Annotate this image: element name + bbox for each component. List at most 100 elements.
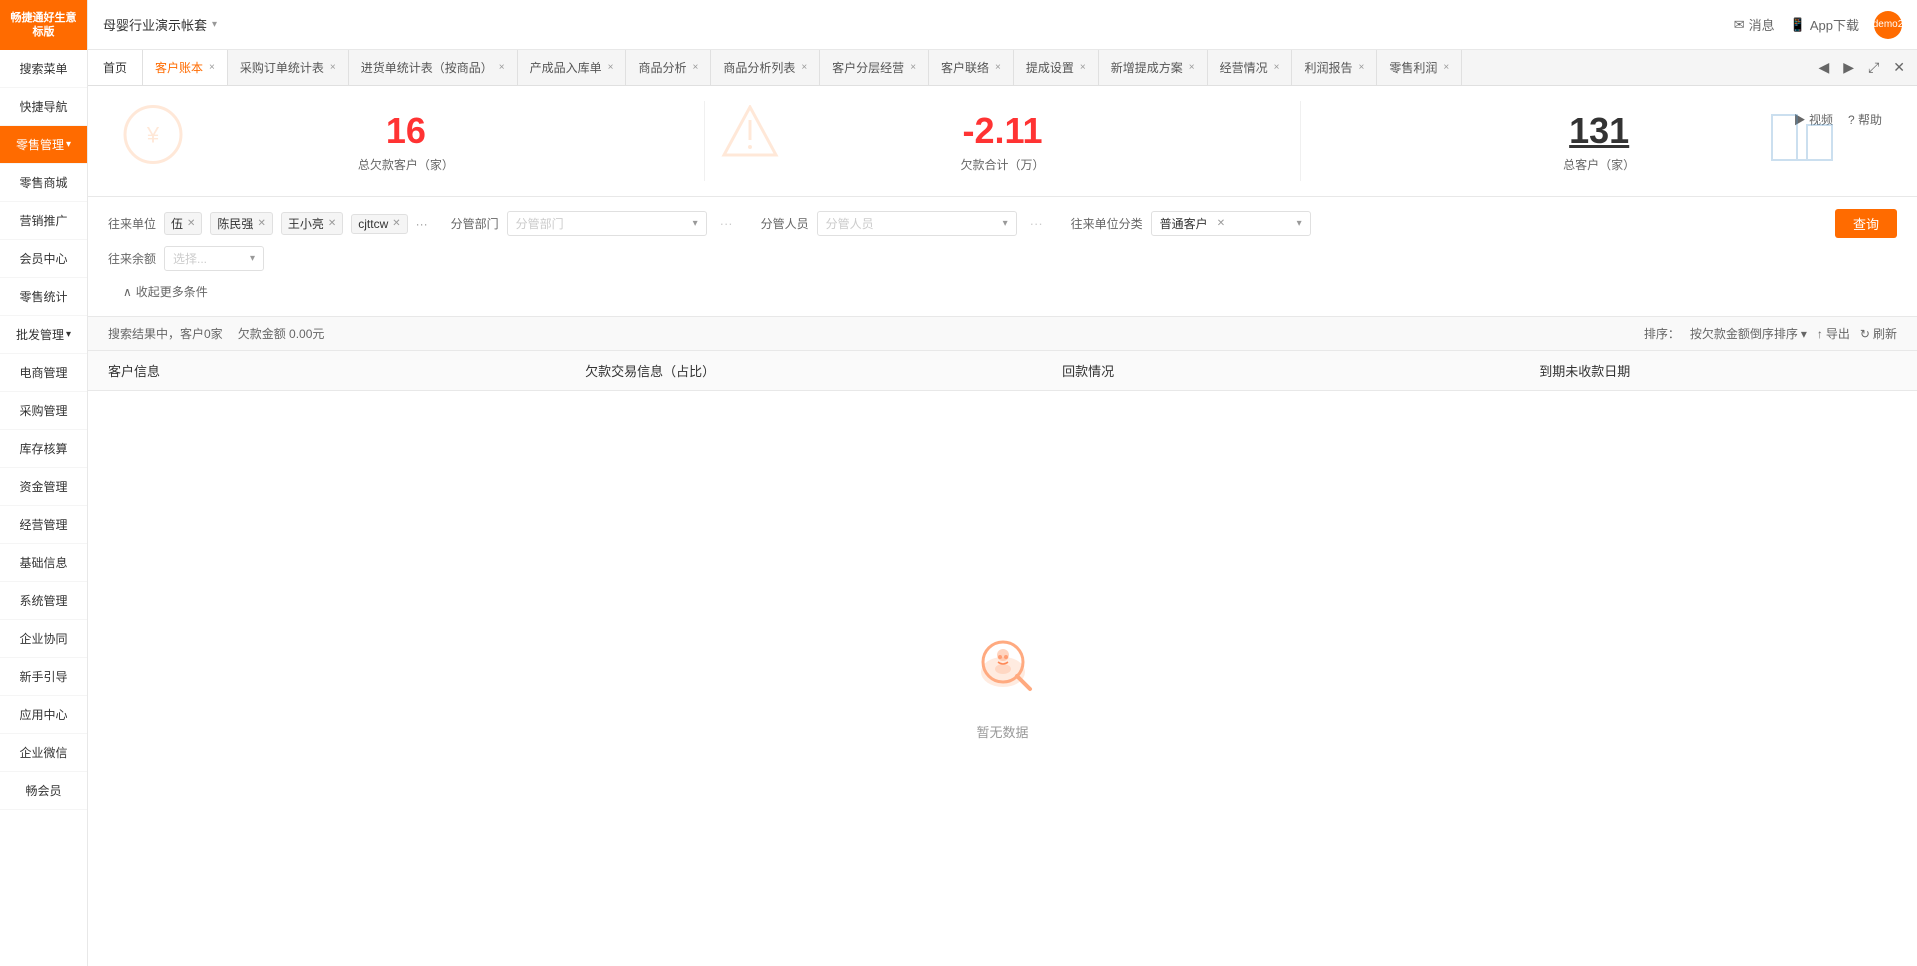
- sidebar-item-9[interactable]: 采购管理: [0, 392, 87, 430]
- stat-icon-3: [1767, 105, 1837, 177]
- export-button[interactable]: ↑ 导出: [1817, 325, 1850, 342]
- remove-tag-unit-0-icon[interactable]: ✕: [187, 218, 195, 229]
- sidebar-item-1[interactable]: 快捷导航: [0, 88, 87, 126]
- unit-label: 往来单位: [108, 215, 156, 232]
- sidebar-item-10[interactable]: 库存核算: [0, 430, 87, 468]
- tab-item-3[interactable]: 进货单统计表（按商品）×: [349, 50, 518, 86]
- sidebar-item-12[interactable]: 经营管理: [0, 506, 87, 544]
- stat-total-customers: ▶ 视频 ? 帮助 131 总客户（家）: [1301, 101, 1897, 181]
- tab-prev-button[interactable]: ◀: [1815, 57, 1834, 78]
- tab-next-button[interactable]: ▶: [1839, 57, 1858, 78]
- sidebar-item-15[interactable]: 企业协同: [0, 620, 87, 658]
- remove-tag-unit-3-icon[interactable]: ✕: [392, 218, 400, 229]
- sidebar-item-2[interactable]: 零售管理: [0, 126, 87, 164]
- tab-item-11[interactable]: 经营情况 ×: [1208, 50, 1293, 86]
- tab-label-0: 首页: [103, 59, 127, 76]
- filter-tag-unit-2[interactable]: 王小亮 ✕: [281, 212, 343, 235]
- tab-close-all-button[interactable]: ✕: [1889, 57, 1909, 78]
- svg-text:¥: ¥: [146, 123, 160, 148]
- dept-select[interactable]: 分管部门 ▾: [507, 211, 707, 236]
- balance-select[interactable]: 选择... ▾: [164, 246, 264, 271]
- tab-item-9[interactable]: 提成设置×: [1014, 50, 1099, 86]
- top-header: 母婴行业演示帐套 ▾ ✉ 消息 📱 App下载 demo2: [88, 0, 1917, 50]
- tab-close-12[interactable]: ×: [1358, 62, 1364, 73]
- stat-label-3: 总客户（家）: [1563, 156, 1635, 173]
- tab-item-1[interactable]: 客户账本×: [143, 50, 228, 86]
- sidebar-item-19[interactable]: 畅会员: [0, 772, 87, 810]
- refresh-button[interactable]: ↻ 刷新: [1860, 325, 1897, 342]
- sidebar-item-4[interactable]: 营销推广: [0, 202, 87, 240]
- unit-type-select[interactable]: 普通客户 ✕ ▾: [1151, 211, 1311, 236]
- tab-label-5: 商品分析: [638, 59, 686, 76]
- tab-item-4[interactable]: 产成品入库单 ×: [518, 50, 627, 86]
- refresh-icon: ↻: [1860, 327, 1870, 341]
- tab-item-10[interactable]: 新增提成方案 ×: [1099, 50, 1208, 86]
- stat-total-debt-customers: ¥ 16 总欠款客户（家）: [108, 101, 705, 181]
- tab-label-10: 新增提成方案: [1111, 59, 1183, 76]
- user-profile[interactable]: demo2: [1874, 11, 1902, 39]
- sidebar-item-0[interactable]: 搜索菜单: [0, 50, 87, 88]
- table-header: 客户信息 欠款交易信息（占比） 回款情况 到期未收款日期: [88, 351, 1917, 391]
- sidebar-item-18[interactable]: 企业微信: [0, 734, 87, 772]
- sidebar-item-7[interactable]: 批发管理: [0, 316, 87, 354]
- tab-close-7[interactable]: ×: [910, 62, 916, 73]
- tab-item-5[interactable]: 商品分析 ×: [626, 50, 711, 86]
- person-label: 分管人员: [761, 215, 809, 232]
- tab-close-5[interactable]: ×: [692, 62, 698, 73]
- remove-tag-unit-1-icon[interactable]: ✕: [257, 218, 265, 229]
- remove-unit-type-icon[interactable]: ✕: [1217, 218, 1225, 229]
- person-select[interactable]: 分管人员 ▾: [817, 211, 1017, 236]
- tab-close-9[interactable]: ×: [1080, 62, 1086, 73]
- table-col-debt: 欠款交易信息（占比）: [585, 361, 1062, 380]
- unit-type-label: 往来单位分类: [1071, 215, 1143, 232]
- filter-tag-unit-0[interactable]: 伍 ✕: [164, 212, 202, 235]
- stat-icon-1: ¥: [123, 105, 183, 178]
- tab-close-13[interactable]: ×: [1443, 62, 1449, 73]
- stats-bar: ¥ 16 总欠款客户（家） -2.11 欠款合计（万） ▶ 视频 ? 帮助: [88, 86, 1917, 197]
- empty-state: 暂无数据: [88, 391, 1917, 966]
- sidebar-item-17[interactable]: 应用中心: [0, 696, 87, 734]
- tab-item-2[interactable]: 采购订单统计表×: [228, 50, 349, 86]
- tab-close-6[interactable]: ×: [801, 62, 807, 73]
- sort-select[interactable]: 按欠款金额倒序排序 ▾: [1690, 325, 1807, 342]
- header-right: ✉ 消息 📱 App下载 demo2: [1734, 11, 1902, 39]
- sidebar-item-11[interactable]: 资金管理: [0, 468, 87, 506]
- tab-close-2[interactable]: ×: [330, 62, 336, 73]
- remove-tag-unit-2-icon[interactable]: ✕: [328, 218, 336, 229]
- balance-arrow-icon: ▾: [250, 253, 255, 264]
- app-download-button[interactable]: 📱 App下载: [1790, 15, 1859, 34]
- tab-close-10[interactable]: ×: [1189, 62, 1195, 73]
- tab-label-11: 经营情况: [1220, 59, 1268, 76]
- sidebar-item-5[interactable]: 会员中心: [0, 240, 87, 278]
- tab-item-8[interactable]: 客户联络×: [929, 50, 1014, 86]
- collapse-button[interactable]: ∧ 收起更多条件: [108, 279, 1897, 304]
- tab-label-4: 产成品入库单: [530, 59, 602, 76]
- sidebar-logo: 畅捷通好生意 标版: [0, 0, 87, 50]
- tab-expand-button[interactable]: ⤢: [1864, 57, 1883, 78]
- tab-close-3[interactable]: ×: [499, 62, 505, 73]
- tab-close-1[interactable]: ×: [209, 62, 215, 73]
- sidebar-item-3[interactable]: 零售商城: [0, 164, 87, 202]
- tab-item-6[interactable]: 商品分析列表×: [711, 50, 820, 86]
- tab-close-11[interactable]: ×: [1274, 62, 1280, 73]
- help-button[interactable]: ? 帮助: [1848, 111, 1882, 128]
- unit-type-arrow-icon: ▾: [1297, 218, 1302, 229]
- filter-tag-unit-1[interactable]: 陈民强 ✕: [210, 212, 272, 235]
- sidebar-item-6[interactable]: 零售统计: [0, 278, 87, 316]
- tab-item-0[interactable]: 首页: [88, 50, 143, 86]
- sidebar-item-16[interactable]: 新手引导: [0, 658, 87, 696]
- query-button[interactable]: 查询: [1835, 209, 1897, 238]
- sidebar-item-8[interactable]: 电商管理: [0, 354, 87, 392]
- tab-close-4[interactable]: ×: [608, 62, 614, 73]
- filter-tag-unit-3[interactable]: cjttcw ✕: [351, 214, 407, 234]
- tab-item-12[interactable]: 利润报告 ×: [1292, 50, 1377, 86]
- sidebar-item-14[interactable]: 系统管理: [0, 582, 87, 620]
- tab-item-7[interactable]: 客户分层经营×: [820, 50, 929, 86]
- workspace-selector[interactable]: 母婴行业演示帐套 ▾: [103, 15, 217, 34]
- sidebar-item-13[interactable]: 基础信息: [0, 544, 87, 582]
- messages-button[interactable]: ✉ 消息: [1734, 15, 1775, 34]
- tab-close-8[interactable]: ×: [995, 62, 1001, 73]
- tab-label-12: 利润报告: [1304, 59, 1352, 76]
- filter-more-icon[interactable]: ···: [416, 217, 428, 231]
- tab-item-13[interactable]: 零售利润×: [1377, 50, 1462, 86]
